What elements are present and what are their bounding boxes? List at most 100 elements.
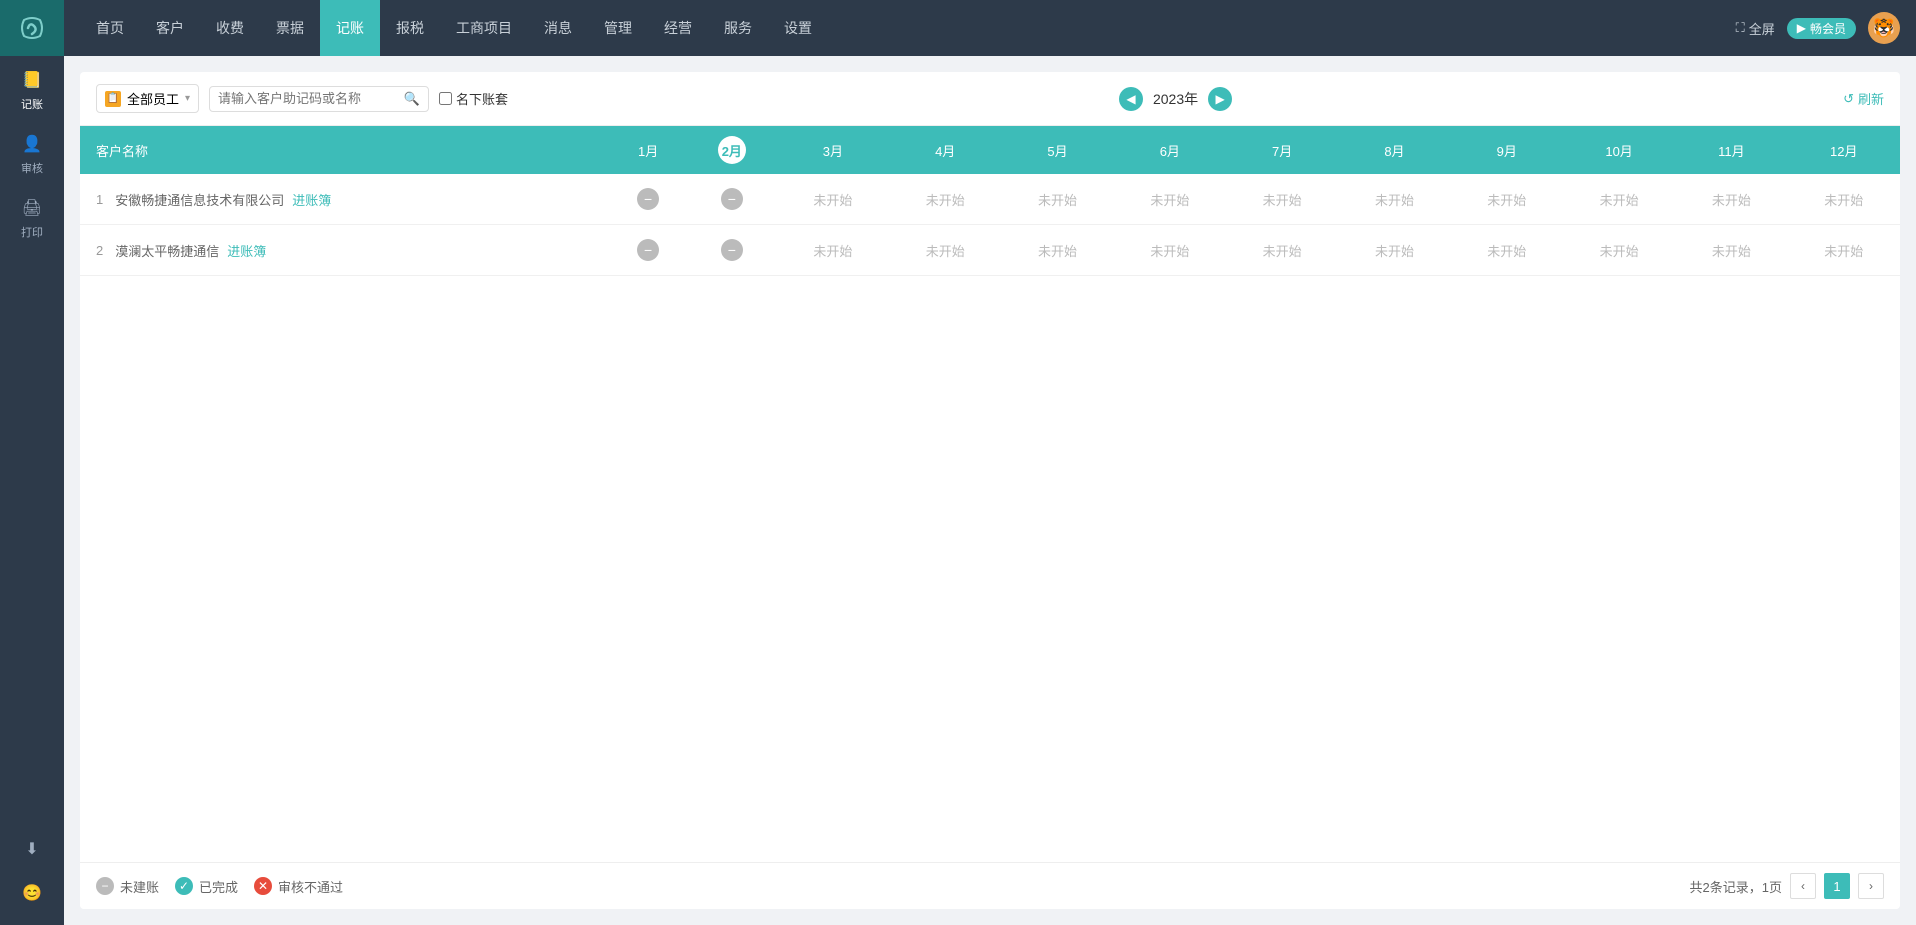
row-0-month-9: 未开始 [1451,174,1563,225]
status-not-started: 未开始 [1600,244,1639,259]
legend-label-completed: 已完成 [199,877,238,896]
col-header-m1: 1月 [609,126,687,174]
status-not-started: 未开始 [926,244,965,259]
refresh-label: 刷新 [1858,89,1884,108]
nav-item-service[interactable]: 服务 [708,0,768,56]
status-not-created: − [637,239,659,261]
search-input[interactable] [218,91,398,106]
avatar[interactable]: 🐯 [1868,12,1900,44]
enter-ledger-link[interactable]: 进账簿 [227,241,266,260]
row-1-month-1: − [609,225,687,276]
sidebar-item-support[interactable]: 😊 [20,869,44,913]
status-not-started: 未开始 [1600,193,1639,208]
row-1-month-10: 未开始 [1563,225,1675,276]
col-header-m3: 3月 [777,126,889,174]
status-not-started: 未开始 [1824,193,1863,208]
sidebar-item-bookkeeping[interactable]: 📒 记账 [20,56,44,120]
nav-item-business[interactable]: 工商项目 [440,0,528,56]
nav-item-customer[interactable]: 客户 [140,0,200,56]
refresh-icon: ↺ [1843,91,1854,107]
sidebar-icon-print: 🖨 [20,196,44,220]
main-card: 📋 全部员工 ▾ 🔍 名下账套 ◀ 2023年 ▶ [80,72,1900,909]
row-0-month-1: − [609,174,687,225]
topnav: 首页客户收费票据记账报税工商项目消息管理经营服务设置 ⛶ 全屏 ▶ 畅会员 🐯 [64,0,1916,56]
fullscreen-icon: ⛶ [1736,20,1745,36]
refresh-button[interactable]: ↺ 刷新 [1843,89,1884,108]
nav-item-manage[interactable]: 管理 [588,0,648,56]
chevron-down-icon: ▾ [185,93,190,104]
search-wrap: 🔍 [209,86,429,112]
col-header-customer: 客户名称 [80,126,609,174]
legend-label-rejected: 审核不通过 [278,877,343,896]
status-not-created: − [721,188,743,210]
row-1-month-2: − [687,225,777,276]
next-page-button[interactable]: › [1858,873,1884,899]
col-header-m7: 7月 [1226,126,1338,174]
status-not-started: 未开始 [1375,193,1414,208]
table-row: 2 漠澜太平畅捷通信 进账簿 −−未开始未开始未开始未开始未开始未开始未开始未开… [80,225,1900,276]
content-area: 📋 全部员工 ▾ 🔍 名下账套 ◀ 2023年 ▶ [64,56,1916,925]
legend-completed: ✓ 已完成 [175,877,238,896]
sidebar-item-download[interactable]: ⬇ [20,825,44,869]
fullscreen-button[interactable]: ⛶ 全屏 [1736,19,1775,38]
row-0-month-10: 未开始 [1563,174,1675,225]
row-1-month-9: 未开始 [1451,225,1563,276]
row-0-month-5: 未开始 [1001,174,1113,225]
status-not-started: 未开始 [813,244,852,259]
customer-name: 安徽畅捷通信息技术有限公司 [115,190,284,209]
row-0-month-7: 未开始 [1226,174,1338,225]
year-label: 2023年 [1153,89,1198,109]
legend-icon-rejected: ✕ [254,877,272,895]
sidebar-label-audit: 审核 [21,160,43,176]
prev-year-button[interactable]: ◀ [1119,87,1143,111]
nav-item-billing[interactable]: 收费 [200,0,260,56]
logo [0,0,64,56]
nav-item-bookkeeping[interactable]: 记账 [320,0,380,56]
row-1-month-12: 未开始 [1788,225,1900,276]
nav-item-operation[interactable]: 经营 [648,0,708,56]
customer-name: 漠澜太平畅捷通信 [115,241,219,260]
legend-label-not_created: 未建账 [120,877,159,896]
row-0-month-4: 未开始 [889,174,1001,225]
row-num: 2 [96,243,103,258]
prev-page-button[interactable]: ‹ [1790,873,1816,899]
nav-item-settings[interactable]: 设置 [768,0,828,56]
enter-ledger-link[interactable]: 进账簿 [292,190,331,209]
status-not-started: 未开始 [1487,193,1526,208]
vip-button[interactable]: ▶ 畅会员 [1787,18,1856,39]
employee-filter[interactable]: 📋 全部员工 ▾ [96,84,199,113]
nav-item-message[interactable]: 消息 [528,0,588,56]
checkbox-label[interactable]: 名下账套 [439,89,508,108]
next-year-button[interactable]: ▶ [1208,87,1232,111]
nav-item-tax[interactable]: 报税 [380,0,440,56]
row-0-month-6: 未开始 [1114,174,1226,225]
row-1-month-3: 未开始 [777,225,889,276]
legend-icon-not_created: − [96,877,114,895]
row-0-customer-cell: 1 安徽畅捷通信息技术有限公司 进账簿 [80,174,609,225]
sidebar-label-print: 打印 [21,224,43,240]
table-wrap: 客户名称1月2月3月4月5月6月7月8月9月10月11月12月 1 安徽畅捷通信… [80,126,1900,862]
col-header-m8: 8月 [1338,126,1450,174]
my-accounts-checkbox[interactable] [439,92,452,105]
col-header-m4: 4月 [889,126,1001,174]
row-0-month-3: 未开始 [777,174,889,225]
col-header-m5: 5月 [1001,126,1113,174]
sidebar-icon-audit: 👤 [20,132,44,156]
row-1-month-5: 未开始 [1001,225,1113,276]
nav-item-home[interactable]: 首页 [80,0,140,56]
row-0-month-11: 未开始 [1675,174,1787,225]
row-1-month-11: 未开始 [1675,225,1787,276]
sidebar-icon-download: ⬇ [20,837,44,861]
main-area: 首页客户收费票据记账报税工商项目消息管理经营服务设置 ⛶ 全屏 ▶ 畅会员 🐯 … [64,0,1916,925]
row-0-month-2: − [687,174,777,225]
col-header-m12: 12月 [1788,126,1900,174]
sidebar-item-audit[interactable]: 👤 审核 [20,120,44,184]
col-header-m2: 2月 [687,126,777,174]
nav-item-invoice[interactable]: 票据 [260,0,320,56]
sidebar-item-print[interactable]: 🖨 打印 [20,184,44,248]
status-not-created: − [637,188,659,210]
current-month-badge: 2月 [718,136,746,164]
row-0-month-8: 未开始 [1338,174,1450,225]
status-not-started: 未开始 [1712,244,1751,259]
search-icon: 🔍 [404,91,420,107]
